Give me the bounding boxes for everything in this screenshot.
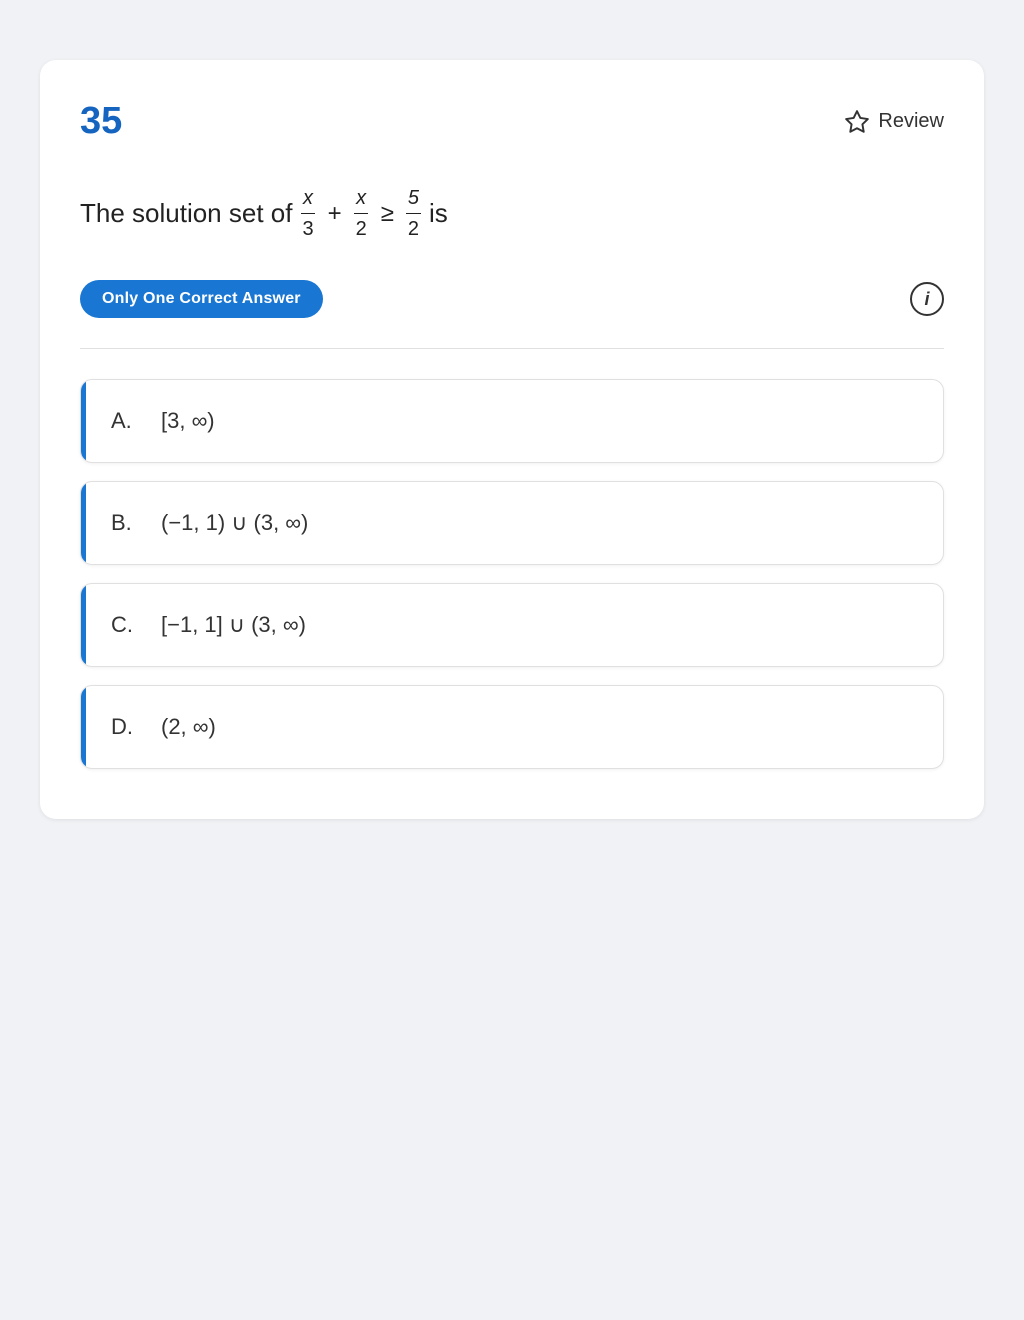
question-card: 35 Review The solution set of x 3 + x 2 … bbox=[40, 60, 984, 819]
option-d-letter: D. bbox=[111, 714, 141, 740]
info-button[interactable]: i bbox=[910, 282, 944, 316]
fraction-x-over-3: x 3 bbox=[300, 183, 315, 244]
answer-type-badge: Only One Correct Answer bbox=[80, 280, 323, 318]
question-suffix: is bbox=[429, 194, 448, 233]
option-a[interactable]: A. [3, ∞) bbox=[80, 379, 944, 463]
info-icon-label: i bbox=[924, 289, 929, 310]
option-b-text: (−1, 1) ∪ (3, ∞) bbox=[161, 510, 308, 536]
denominator-2: 2 bbox=[354, 214, 369, 244]
denominator-2b: 2 bbox=[406, 214, 421, 244]
question-number: 35 bbox=[80, 100, 122, 143]
numerator-x2: x bbox=[354, 183, 368, 214]
review-label: Review bbox=[878, 110, 944, 133]
option-b-letter: B. bbox=[111, 510, 141, 536]
question-text: The solution set of x 3 + x 2 ≥ 5 2 is bbox=[80, 183, 944, 244]
divider bbox=[80, 348, 944, 349]
option-c-text: [−1, 1] ∪ (3, ∞) bbox=[161, 612, 306, 638]
review-button[interactable]: Review bbox=[844, 109, 944, 135]
options-list: A. [3, ∞) B. (−1, 1) ∪ (3, ∞) C. [−1, 1]… bbox=[80, 379, 944, 769]
fraction-5-over-2: 5 2 bbox=[406, 183, 421, 244]
badge-row: Only One Correct Answer i bbox=[80, 280, 944, 318]
option-a-letter: A. bbox=[111, 408, 141, 434]
denominator-3: 3 bbox=[300, 214, 315, 244]
fraction-x-over-2: x 2 bbox=[354, 183, 369, 244]
gte-symbol: ≥ bbox=[381, 196, 394, 232]
option-d[interactable]: D. (2, ∞) bbox=[80, 685, 944, 769]
page-container: 35 Review The solution set of x 3 + x 2 … bbox=[0, 0, 1024, 1320]
option-a-text: [3, ∞) bbox=[161, 408, 215, 434]
numerator-5: 5 bbox=[406, 183, 421, 214]
numerator-x: x bbox=[301, 183, 315, 214]
option-c[interactable]: C. [−1, 1] ∪ (3, ∞) bbox=[80, 583, 944, 667]
option-c-letter: C. bbox=[111, 612, 141, 638]
header-row: 35 Review bbox=[80, 100, 944, 143]
option-d-text: (2, ∞) bbox=[161, 714, 216, 740]
question-prefix: The solution set of bbox=[80, 194, 292, 233]
option-b[interactable]: B. (−1, 1) ∪ (3, ∞) bbox=[80, 481, 944, 565]
plus-symbol: + bbox=[328, 196, 342, 232]
star-icon bbox=[844, 109, 870, 135]
